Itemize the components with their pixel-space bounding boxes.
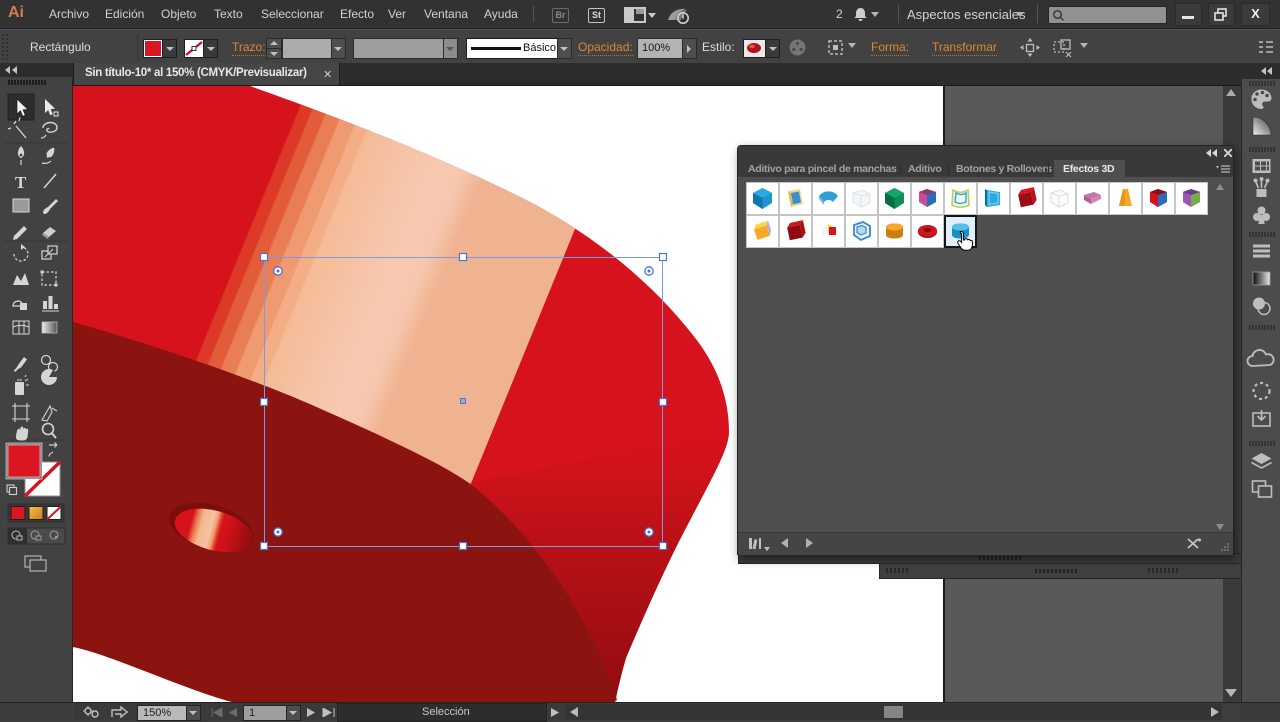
svg-text:T: T: [15, 173, 27, 192]
